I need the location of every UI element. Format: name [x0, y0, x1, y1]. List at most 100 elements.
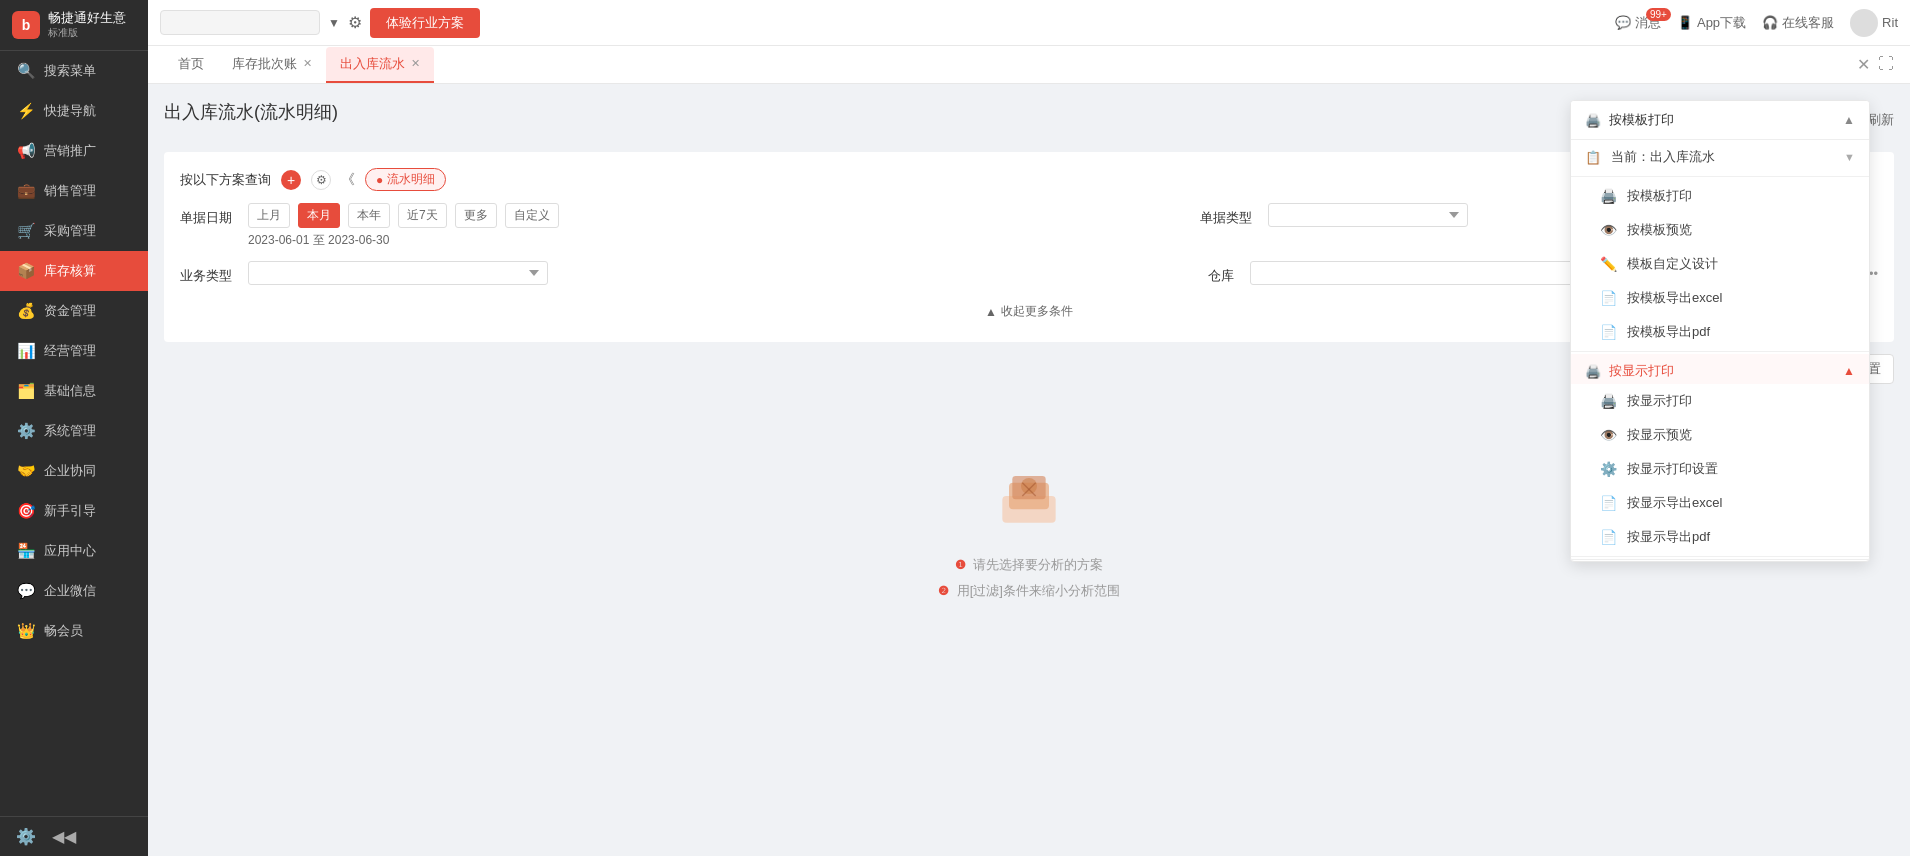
topbar-gear-icon[interactable]: ⚙: [348, 13, 362, 32]
tab-close-window-icon[interactable]: ✕: [1857, 55, 1870, 74]
template-pdf-icon: 📄: [1599, 324, 1617, 340]
biz-type-label: 业务类型: [180, 261, 232, 285]
app-download-button[interactable]: 📱 App下载: [1677, 14, 1746, 32]
dropdown-current-label: 当前：出入库流水: [1611, 148, 1834, 166]
date-btn-this-year[interactable]: 本年: [348, 203, 390, 228]
tab-flowwater-label: 出入库流水: [340, 55, 405, 73]
tab-home-label: 首页: [178, 55, 204, 73]
sidebar-label-member: 畅会员: [44, 622, 83, 640]
sidebar-item-purchase[interactable]: 🛒采购管理: [0, 211, 148, 251]
message-icon: 💬: [1615, 15, 1631, 30]
online-service-label: 在线客服: [1782, 14, 1834, 32]
dropdown-item-template-excel[interactable]: 📄 按模板导出excel: [1571, 281, 1869, 315]
dropdown-item-template-custom[interactable]: ✏️ 模板自定义设计: [1571, 247, 1869, 281]
sidebar-item-collab[interactable]: 🤝企业协同: [0, 451, 148, 491]
dropdown-item-display-preview[interactable]: 👁️ 按显示预览: [1571, 418, 1869, 452]
sidebar-logo: b 畅捷通好生意 标准版: [0, 0, 148, 51]
industry-plan-button[interactable]: 体验行业方案: [370, 8, 480, 38]
collapse-sidebar-icon[interactable]: ◀◀: [52, 827, 76, 846]
topbar-right: 💬 消息 99+ 📱 App下载 🎧 在线客服 Rit: [1615, 9, 1898, 37]
dropdown-item-template-pdf[interactable]: 📄 按模板导出pdf: [1571, 315, 1869, 349]
dropdown-footer[interactable]: ⚙️ 设置默认功能 ▼: [1571, 559, 1869, 561]
topbar-dropdown-icon[interactable]: ▼: [328, 16, 340, 30]
biz-type-select[interactable]: [248, 261, 548, 285]
display-print-section-header[interactable]: 🖨️ 按显示打印 ▲: [1571, 354, 1869, 384]
print-dropdown-panel: 🖨️ 按模板打印 ▲ 📋 当前：出入库流水 ▼ 🖨️ 按模板打印 👁️ 按模板预…: [1570, 100, 1870, 562]
dropdown-item-display-print[interactable]: 🖨️ 按显示打印: [1571, 384, 1869, 418]
sidebar-item-marketing[interactable]: 📢营销推广: [0, 131, 148, 171]
finance-icon: 💰: [16, 302, 36, 320]
collab-icon: 🤝: [16, 462, 36, 480]
dropdown-current-item[interactable]: 📋 当前：出入库流水 ▼: [1571, 140, 1869, 174]
dropdown-current-icon: 📋: [1585, 150, 1601, 165]
template-preview-icon: 👁️: [1599, 222, 1617, 238]
sidebar-item-sales[interactable]: 💼销售管理: [0, 171, 148, 211]
sidebar-label-shortcut: 快捷导航: [44, 102, 96, 120]
date-btn-more[interactable]: 更多: [455, 203, 497, 228]
filter-gear-icon[interactable]: ⚙: [311, 170, 331, 190]
empty-illustration: [989, 456, 1069, 536]
date-label: 单据日期: [180, 203, 232, 227]
basic-icon: 🗂️: [16, 382, 36, 400]
sidebar-item-system[interactable]: ⚙️系统管理: [0, 411, 148, 451]
sidebar-label-system: 系统管理: [44, 422, 96, 440]
dropdown-item-display-settings[interactable]: ⚙️ 按显示打印设置: [1571, 452, 1869, 486]
display-excel-icon: 📄: [1599, 495, 1617, 511]
date-btn-custom[interactable]: 自定义: [505, 203, 559, 228]
sidebar-item-appstore[interactable]: 🏪应用中心: [0, 531, 148, 571]
sidebar-item-shortcut[interactable]: ⚡快捷导航: [0, 91, 148, 131]
search-icon: 🔍: [16, 62, 36, 80]
filter-collapse-icon[interactable]: 《: [341, 171, 355, 189]
date-btn-this-month[interactable]: 本月: [298, 203, 340, 228]
sidebar-item-basic[interactable]: 🗂️基础信息: [0, 371, 148, 411]
dropdown-item-template-print[interactable]: 🖨️ 按模板打印: [1571, 179, 1869, 213]
sidebar-label-appstore: 应用中心: [44, 542, 96, 560]
empty-text-2: ❷ 用[过滤]条件来缩小分析范围: [938, 578, 1120, 604]
printer-header-icon: 🖨️: [1585, 113, 1601, 128]
dropdown-header: 🖨️ 按模板打印 ▲: [1571, 101, 1869, 140]
tab-flowwater[interactable]: 出入库流水 ✕: [326, 47, 434, 83]
tab-home[interactable]: 首页: [164, 47, 218, 83]
empty-text-1: ❶ 请先选择要分析的方案: [955, 552, 1104, 578]
sidebar-item-operations[interactable]: 📊经营管理: [0, 331, 148, 371]
tab-batch[interactable]: 库存批次账 ✕: [218, 47, 326, 83]
sidebar-item-search[interactable]: 🔍搜索菜单: [0, 51, 148, 91]
date-btn-7days[interactable]: 近7天: [398, 203, 447, 228]
sidebar-label-wechat: 企业微信: [44, 582, 96, 600]
date-buttons-group: 上月 本月 本年 近7天 更多 自定义: [248, 203, 559, 228]
dropdown-item-template-preview[interactable]: 👁️ 按模板预览: [1571, 213, 1869, 247]
filter-scheme-label: 按以下方案查询: [180, 171, 271, 189]
sidebar-item-guide[interactable]: 🎯新手引导: [0, 491, 148, 531]
member-icon: 👑: [16, 622, 36, 640]
collapse-more-button[interactable]: ▲ 收起更多条件: [973, 297, 1085, 326]
sidebar-item-inventory[interactable]: 📦库存核算: [0, 251, 148, 291]
date-btn-last-month[interactable]: 上月: [248, 203, 290, 228]
sidebar-bottom: ⚙️ ◀◀: [0, 816, 148, 856]
online-service-button[interactable]: 🎧 在线客服: [1762, 14, 1834, 32]
display-section-chevron[interactable]: ▲: [1843, 364, 1855, 378]
refresh-label: 刷新: [1868, 111, 1894, 129]
voucher-type-select[interactable]: [1268, 203, 1468, 227]
dropdown-item-display-excel[interactable]: 📄 按显示导出excel: [1571, 486, 1869, 520]
tab-batch-label: 库存批次账: [232, 55, 297, 73]
sidebar-label-purchase: 采购管理: [44, 222, 96, 240]
search-input[interactable]: [160, 10, 320, 35]
sidebar-item-wechat[interactable]: 💬企业微信: [0, 571, 148, 611]
tab-expand-icon[interactable]: ⛶: [1878, 55, 1894, 74]
dropdown-current-chevron: ▼: [1844, 151, 1855, 163]
dropdown-header-chevron[interactable]: ▲: [1843, 113, 1855, 127]
settings-icon[interactable]: ⚙️: [16, 827, 36, 846]
message-button[interactable]: 💬 消息 99+: [1615, 14, 1661, 32]
sidebar-item-finance[interactable]: 💰资金管理: [0, 291, 148, 331]
sidebar: b 畅捷通好生意 标准版 🔍搜索菜单⚡快捷导航📢营销推广💼销售管理🛒采购管理📦库…: [0, 0, 148, 856]
tabs-bar: 首页 库存批次账 ✕ 出入库流水 ✕ ✕ ⛶: [148, 46, 1910, 84]
tab-batch-close-icon[interactable]: ✕: [303, 57, 312, 70]
sidebar-item-member[interactable]: 👑 畅会员: [0, 611, 148, 651]
user-avatar-area[interactable]: Rit: [1850, 9, 1898, 37]
filter-add-icon[interactable]: +: [281, 170, 301, 190]
tab-flowwater-close-icon[interactable]: ✕: [411, 57, 420, 70]
topbar: ▼ ⚙ 体验行业方案 💬 消息 99+ 📱 App下载 🎧 在线客服 Rit: [148, 0, 1910, 46]
app-brand-name: 畅捷通好生意: [48, 10, 126, 26]
display-preview-icon: 👁️: [1599, 427, 1617, 443]
dropdown-item-display-pdf[interactable]: 📄 按显示导出pdf: [1571, 520, 1869, 554]
